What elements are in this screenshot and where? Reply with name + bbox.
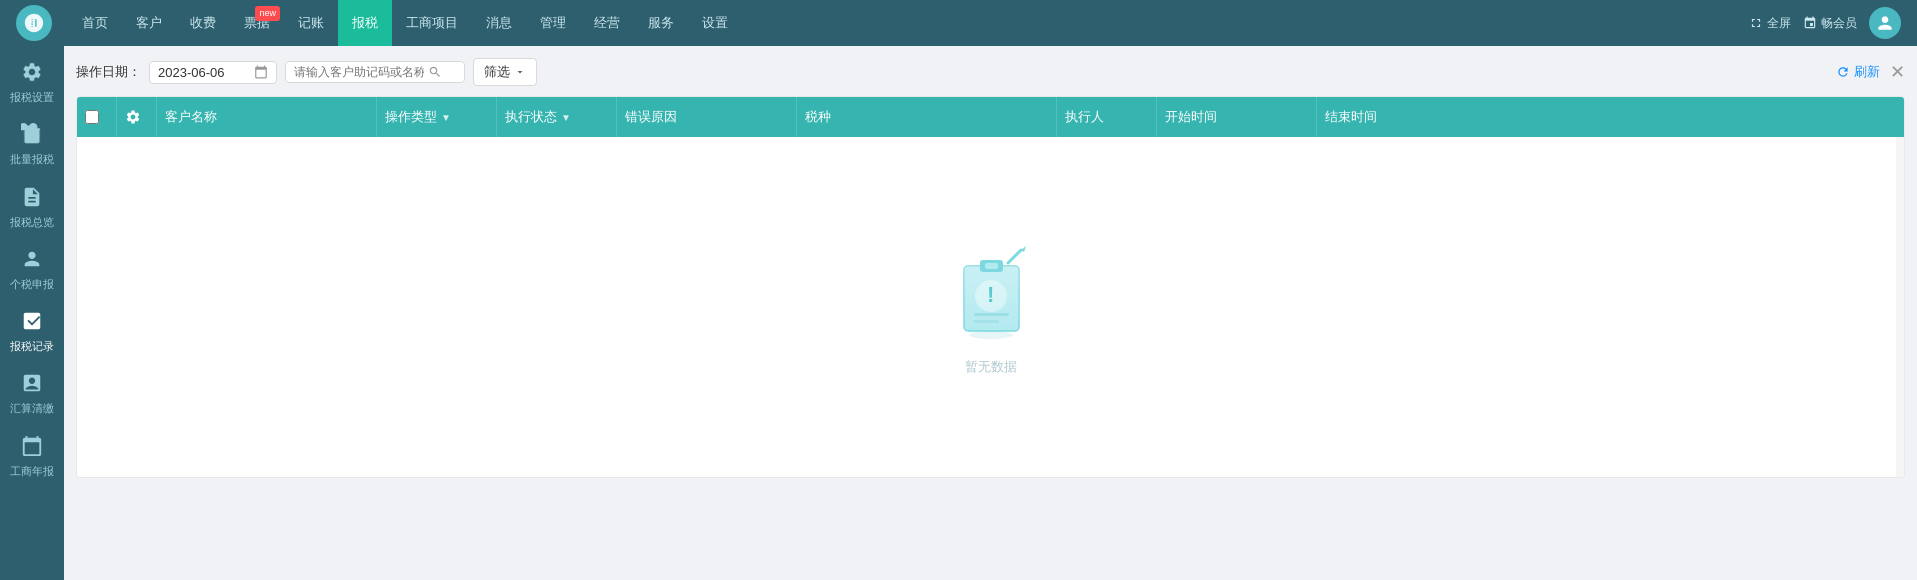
top-nav: S 首页 客户 收费 票据 new 记账 报税 工商项目 消息 管理 经营 服务… xyxy=(0,0,1917,46)
sidebar-item-label: 批量报税 xyxy=(10,152,54,166)
scroll-indicator[interactable] xyxy=(1896,137,1904,477)
sidebar-item-tax-records[interactable]: 报税记录 xyxy=(0,299,64,361)
calendar-icon xyxy=(254,65,268,79)
fullscreen-btn[interactable]: 全屏 xyxy=(1749,15,1791,32)
search-input[interactable] xyxy=(294,65,424,79)
svg-rect-1 xyxy=(24,129,41,131)
main-layout: 报税设置 批量报税 报税总览 个税申报 xyxy=(0,46,1917,580)
sidebar-item-label: 汇算清缴 xyxy=(10,401,54,415)
svg-rect-8 xyxy=(985,263,998,269)
chevron-down-icon xyxy=(514,66,526,78)
member-btn[interactable]: 畅会员 xyxy=(1803,15,1857,32)
nav-menu: 首页 客户 收费 票据 new 记账 报税 工商项目 消息 管理 经营 服务 设… xyxy=(68,0,1749,46)
main-content: 操作日期： 筛选 刷新 ✕ xyxy=(64,46,1917,580)
refresh-button[interactable]: 刷新 xyxy=(1836,63,1880,81)
sidebar-item-settlement[interactable]: 汇算清缴 xyxy=(0,361,64,423)
col-tax-type: 税种 xyxy=(797,97,1057,137)
svg-rect-12 xyxy=(974,320,999,323)
svg-point-13 xyxy=(969,331,1013,339)
search-box[interactable] xyxy=(285,61,465,83)
col-checkbox[interactable] xyxy=(77,97,117,137)
col-operation-type: 操作类型 ▼ xyxy=(377,97,497,137)
close-button[interactable]: ✕ xyxy=(1890,63,1905,81)
refresh-icon xyxy=(1836,65,1850,79)
sidebar-item-label: 工商年报 xyxy=(10,464,54,478)
toolbar: 操作日期： 筛选 刷新 ✕ xyxy=(76,58,1905,86)
sidebar-item-label: 报税记录 xyxy=(10,339,54,353)
toolbar-right: 刷新 ✕ xyxy=(1836,63,1905,81)
sidebar-item-personal-tax[interactable]: 个税申报 xyxy=(0,237,64,299)
batch-icon xyxy=(18,120,46,148)
nav-bookkeeping[interactable]: 记账 xyxy=(284,0,338,46)
sidebar: 报税设置 批量报税 报税总览 个税申报 xyxy=(0,46,64,580)
nav-billing[interactable]: 收费 xyxy=(176,0,230,46)
col-exec-status: 执行状态 ▼ xyxy=(497,97,617,137)
sidebar-item-label: 报税设置 xyxy=(10,90,54,104)
col-executor: 执行人 xyxy=(1057,97,1157,137)
svg-text:!: ! xyxy=(987,282,994,307)
sidebar-item-tax-settings[interactable]: 报税设置 xyxy=(0,50,64,112)
annual-icon xyxy=(18,432,46,460)
nav-service[interactable]: 服务 xyxy=(634,0,688,46)
user-avatar[interactable] xyxy=(1869,7,1901,39)
sidebar-item-tax-summary[interactable]: 报税总览 xyxy=(0,175,64,237)
empty-state: ! xyxy=(936,198,1046,416)
nav-customer[interactable]: 客户 xyxy=(122,0,176,46)
svg-rect-11 xyxy=(974,313,1009,316)
nav-industry[interactable]: 工商项目 xyxy=(392,0,472,46)
select-all-checkbox[interactable] xyxy=(85,110,99,124)
gear-icon xyxy=(125,109,141,125)
date-label: 操作日期： xyxy=(76,63,141,81)
person-icon xyxy=(18,245,46,273)
nav-message[interactable]: 消息 xyxy=(472,0,526,46)
sidebar-item-label: 个税申报 xyxy=(10,277,54,291)
col-customer-name: 客户名称 xyxy=(157,97,377,137)
nav-invoice[interactable]: 票据 new xyxy=(230,0,284,46)
data-table: 客户名称 操作类型 ▼ 执行状态 ▼ 错误原因 税种 执行人 xyxy=(76,96,1905,478)
nav-manage[interactable]: 管理 xyxy=(526,0,580,46)
records-icon xyxy=(18,307,46,335)
search-icon xyxy=(428,65,442,79)
table-body: ! xyxy=(77,137,1904,477)
nav-right: 全屏 畅会员 xyxy=(1749,7,1901,39)
col-gear[interactable] xyxy=(117,97,157,137)
col-end-time: 结束时间 xyxy=(1317,97,1477,137)
summary-icon xyxy=(18,183,46,211)
nav-settings[interactable]: 设置 xyxy=(688,0,742,46)
col-error-reason: 错误原因 xyxy=(617,97,797,137)
sidebar-item-label: 报税总览 xyxy=(10,215,54,229)
col-start-time: 开始时间 xyxy=(1157,97,1317,137)
empty-text: 暂无数据 xyxy=(965,358,1017,376)
empty-illustration: ! xyxy=(936,238,1046,348)
nav-home[interactable]: 首页 xyxy=(68,0,122,46)
filter-button[interactable]: 筛选 xyxy=(473,58,537,86)
settings-icon xyxy=(18,58,46,86)
app-logo[interactable]: S xyxy=(16,5,52,41)
sidebar-item-batch-tax[interactable]: 批量报税 xyxy=(0,112,64,174)
svg-line-3 xyxy=(1008,250,1021,263)
calc-icon xyxy=(18,369,46,397)
svg-text:S: S xyxy=(29,19,35,28)
sort-icon: ▼ xyxy=(561,112,571,123)
table-header: 客户名称 操作类型 ▼ 执行状态 ▼ 错误原因 税种 执行人 xyxy=(77,97,1904,137)
nav-operation[interactable]: 经营 xyxy=(580,0,634,46)
date-picker[interactable] xyxy=(149,61,277,84)
sort-icon: ▼ xyxy=(441,112,451,123)
nav-tax[interactable]: 报税 xyxy=(338,0,392,46)
new-badge: new xyxy=(255,6,280,21)
sidebar-item-annual-report[interactable]: 工商年报 xyxy=(0,424,64,486)
date-input[interactable] xyxy=(158,65,248,80)
